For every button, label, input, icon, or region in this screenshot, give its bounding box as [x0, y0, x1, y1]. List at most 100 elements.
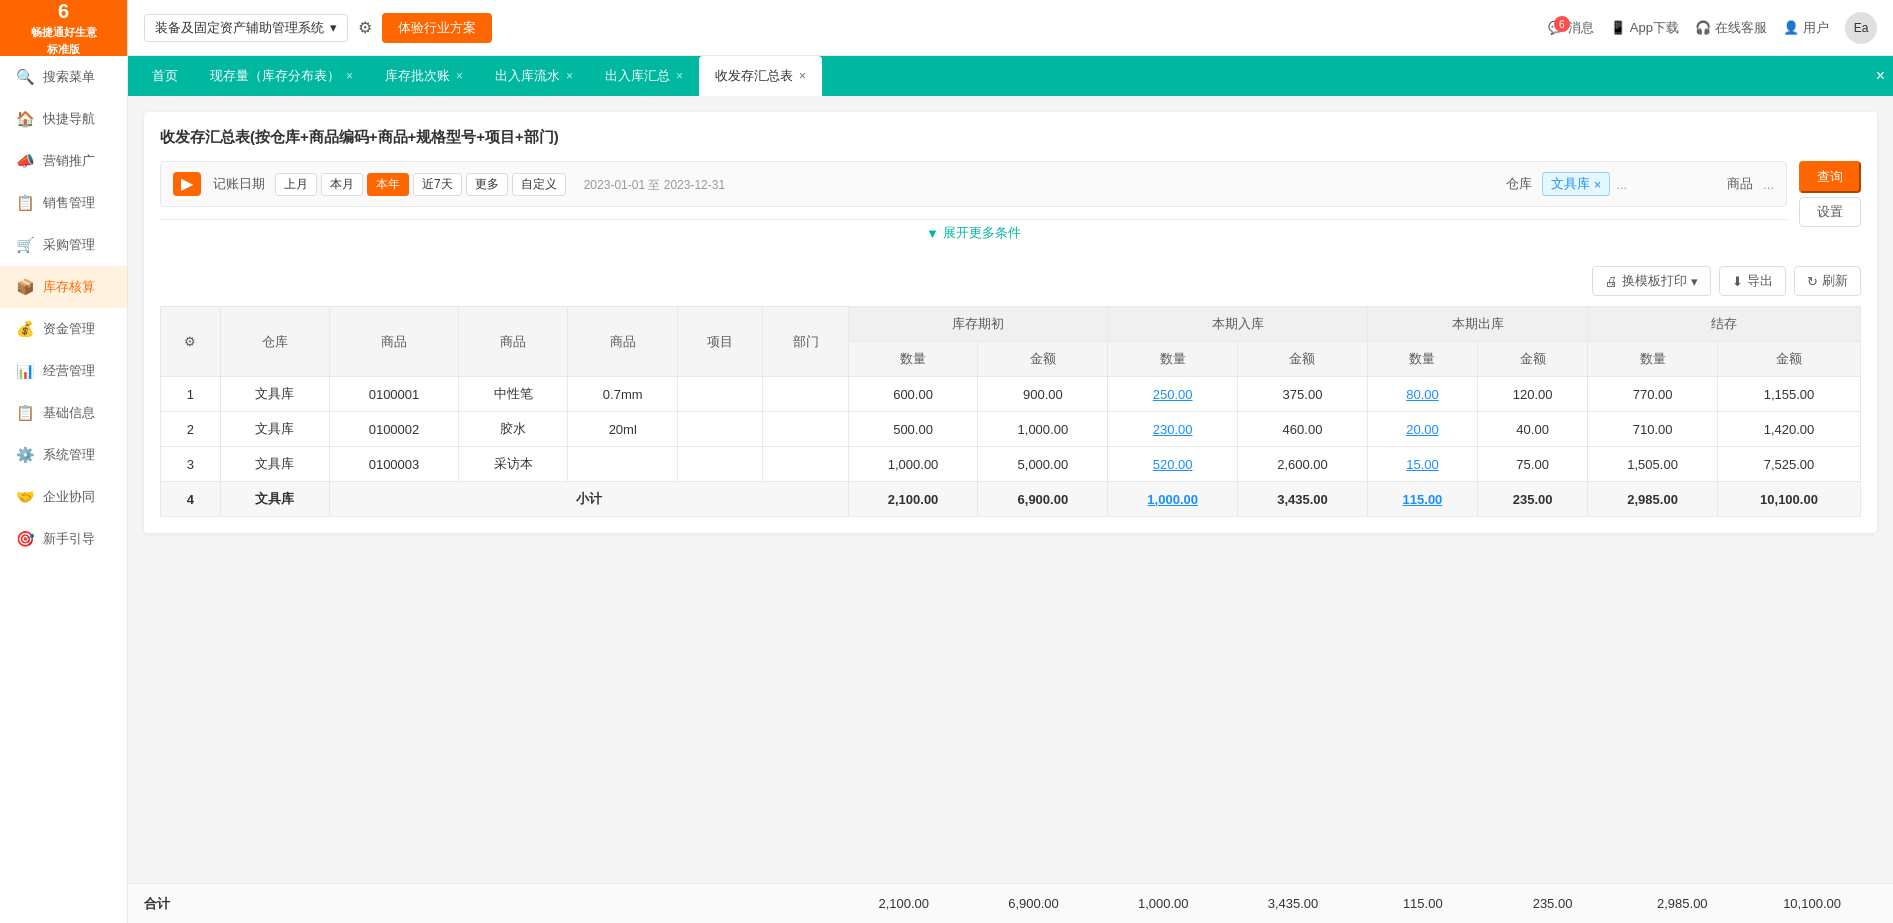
row-out-amt-2: 75.00 [1478, 447, 1588, 482]
tab-home[interactable]: 首页 [136, 56, 194, 96]
row-warehouse-1: 文具库 [220, 412, 329, 447]
footer-out-amt: 235.00 [1488, 896, 1618, 911]
sidebar-item-enterprise[interactable]: 🤝企业协同 [0, 476, 127, 518]
table-row: 2 文具库 0100002 胶水 20ml 500.00 1,000.00 23… [161, 412, 1861, 447]
footer-bar: 合计 2,100.00 6,900.00 1,000.00 3,435.00 1… [128, 883, 1893, 923]
sidebar-item-search-menu[interactable]: 🔍搜索菜单 [0, 56, 127, 98]
app-download-item[interactable]: 📱 App下载 [1610, 19, 1679, 37]
query-btn[interactable]: 查询 [1799, 161, 1861, 193]
date-btn-本月[interactable]: 本月 [321, 173, 363, 196]
tab-close-batch-account[interactable]: × [456, 69, 463, 83]
sidebar-icon-search-menu: 🔍 [16, 68, 35, 86]
tab-label-stock-distribution: 现存量（库存分布表） [210, 67, 340, 85]
th-out-amt: 金额 [1478, 342, 1588, 377]
export-btn[interactable]: ⬇ 导出 [1719, 266, 1786, 296]
refresh-btn[interactable]: ↻ 刷新 [1794, 266, 1861, 296]
online-service-item[interactable]: 🎧 在线客服 [1695, 19, 1767, 37]
th-settings[interactable]: ⚙ [161, 307, 221, 377]
experience-btn[interactable]: 体验行业方案 [382, 13, 492, 43]
notification-label: 消息 [1568, 19, 1594, 37]
footer-col-spacer3 [450, 896, 580, 911]
sidebar-item-marketing[interactable]: 📣营销推广 [0, 140, 127, 182]
subtotal-open-amt: 6,900.00 [978, 482, 1108, 517]
sidebar-label-finance: 资金管理 [43, 320, 95, 338]
row-out-qty-1[interactable]: 20.00 [1367, 412, 1477, 447]
content-card: 收发存汇总表(按仓库+商品编码+商品+规格型号+项目+部门) ▶ 记账日期 上月… [144, 112, 1877, 533]
tab-stock-distribution[interactable]: 现存量（库存分布表） × [194, 56, 369, 96]
tab-recv-send-summary[interactable]: 收发存汇总表× [699, 56, 822, 96]
date-btn-更多[interactable]: 更多 [466, 173, 508, 196]
date-btn-自定义[interactable]: 自定义 [512, 173, 566, 196]
sidebar-label-quick-nav: 快捷导航 [43, 110, 95, 128]
settings-btn[interactable]: 设置 [1799, 197, 1861, 227]
date-btn-本年[interactable]: 本年 [367, 173, 409, 196]
date-btn-近7天[interactable]: 近7天 [413, 173, 462, 196]
tab-in-out-summary[interactable]: 出入库汇总× [589, 56, 699, 96]
tab-label-home: 首页 [152, 67, 178, 85]
row-bal-amt-1: 1,420.00 [1717, 412, 1860, 447]
footer-in-qty: 1,000.00 [1098, 896, 1228, 911]
warehouse-more-icon[interactable]: ... [1616, 177, 1627, 192]
print-dropdown-icon: ▾ [1691, 274, 1698, 289]
sidebar-item-purchase[interactable]: 🛒采购管理 [0, 224, 127, 266]
row-seq-0: 1 [161, 377, 221, 412]
warehouse-tag-0[interactable]: 文具库 × [1542, 172, 1611, 196]
settings-gear-icon[interactable]: ⚙ [358, 18, 372, 37]
footer-col-spacer4 [579, 896, 709, 911]
sidebar-item-quick-nav[interactable]: 🏠快捷导航 [0, 98, 127, 140]
filter-bar-container: ▶ 记账日期 上月本月本年近7天更多自定义 2023-01-01 至 2023-… [160, 161, 1787, 256]
print-template-btn[interactable]: 🖨 换模板打印 ▾ [1592, 266, 1711, 296]
sidebar-item-newbie[interactable]: 🎯新手引导 [0, 518, 127, 560]
goods-more-icon[interactable]: ... [1763, 177, 1774, 192]
warehouse-tag-close-icon[interactable]: × [1594, 177, 1602, 192]
sidebar-icon-sales: 📋 [16, 194, 35, 212]
tab-close-in-out-summary[interactable]: × [676, 69, 683, 83]
close-all-tabs-icon[interactable]: × [1876, 67, 1885, 85]
row-open-amt-2: 5,000.00 [978, 447, 1108, 482]
tab-close-stock-distribution[interactable]: × [346, 69, 353, 83]
footer-out-qty: 115.00 [1358, 896, 1488, 911]
row-bal-qty-2: 1,505.00 [1588, 447, 1718, 482]
notification-badge: 6 [1554, 16, 1570, 32]
user-icon: 👤 [1783, 20, 1799, 35]
tab-in-out-flow[interactable]: 出入库流水× [479, 56, 589, 96]
filter-expand-btn[interactable]: ▶ [173, 172, 201, 196]
date-filter-label: 记账日期 [213, 175, 265, 193]
date-range-text: 2023-01-01 至 2023-12-31 [584, 177, 725, 194]
sidebar-item-finance[interactable]: 💰资金管理 [0, 308, 127, 350]
expand-conditions-btn[interactable]: ▼ 展开更多条件 [160, 219, 1787, 246]
system-title-dropdown[interactable]: 装备及固定资产辅助管理系统 ▾ [144, 14, 348, 42]
sidebar-icon-system: ⚙️ [16, 446, 35, 464]
sidebar-item-system[interactable]: ⚙️ 系统管理 [0, 434, 127, 476]
sidebar-item-inventory[interactable]: 📦库存核算 [0, 266, 127, 308]
tab-close-recv-send-summary[interactable]: × [799, 69, 806, 83]
sidebar-label-system: 系统管理 [43, 446, 95, 464]
notification-item[interactable]: 💬 6 消息 [1548, 19, 1594, 37]
row-open-qty-1: 500.00 [848, 412, 978, 447]
row-open-qty-0: 600.00 [848, 377, 978, 412]
filter-section: 记账日期 上月本月本年近7天更多自定义 2023-01-01 至 2023-12… [213, 172, 1774, 196]
row-in-qty-2[interactable]: 520.00 [1108, 447, 1238, 482]
row-goods-code-0: 0100001 [329, 377, 459, 412]
row-in-qty-0[interactable]: 250.00 [1108, 377, 1238, 412]
row-goods-name-0: 中性笔 [459, 377, 568, 412]
th-current-in: 本期入库 [1108, 307, 1368, 342]
row-out-qty-2[interactable]: 15.00 [1367, 447, 1477, 482]
print-template-label: 换模板打印 [1622, 272, 1687, 290]
tab-close-in-out-flow[interactable]: × [566, 69, 573, 83]
table-settings-icon[interactable]: ⚙ [184, 334, 196, 349]
row-goods-spec-0: 0.7mm [568, 377, 678, 412]
date-btn-上月[interactable]: 上月 [275, 173, 317, 196]
user-item[interactable]: 👤 用户 [1783, 19, 1829, 37]
sidebar-item-sales[interactable]: 📋销售管理 [0, 182, 127, 224]
sidebar-item-operations[interactable]: 📊经营管理 [0, 350, 127, 392]
subtotal-out-qty[interactable]: 115.00 [1367, 482, 1477, 517]
row-out-qty-0[interactable]: 80.00 [1367, 377, 1477, 412]
sidebar-item-basic-info[interactable]: 📋基础信息 [0, 392, 127, 434]
logo-sub: 标准版 [47, 42, 80, 57]
subtotal-in-qty[interactable]: 1,000.00 [1108, 482, 1238, 517]
row-in-qty-1[interactable]: 230.00 [1108, 412, 1238, 447]
subtotal-open-qty: 2,100.00 [848, 482, 978, 517]
row-goods-name-1: 胶水 [459, 412, 568, 447]
tab-batch-account[interactable]: 库存批次账× [369, 56, 479, 96]
